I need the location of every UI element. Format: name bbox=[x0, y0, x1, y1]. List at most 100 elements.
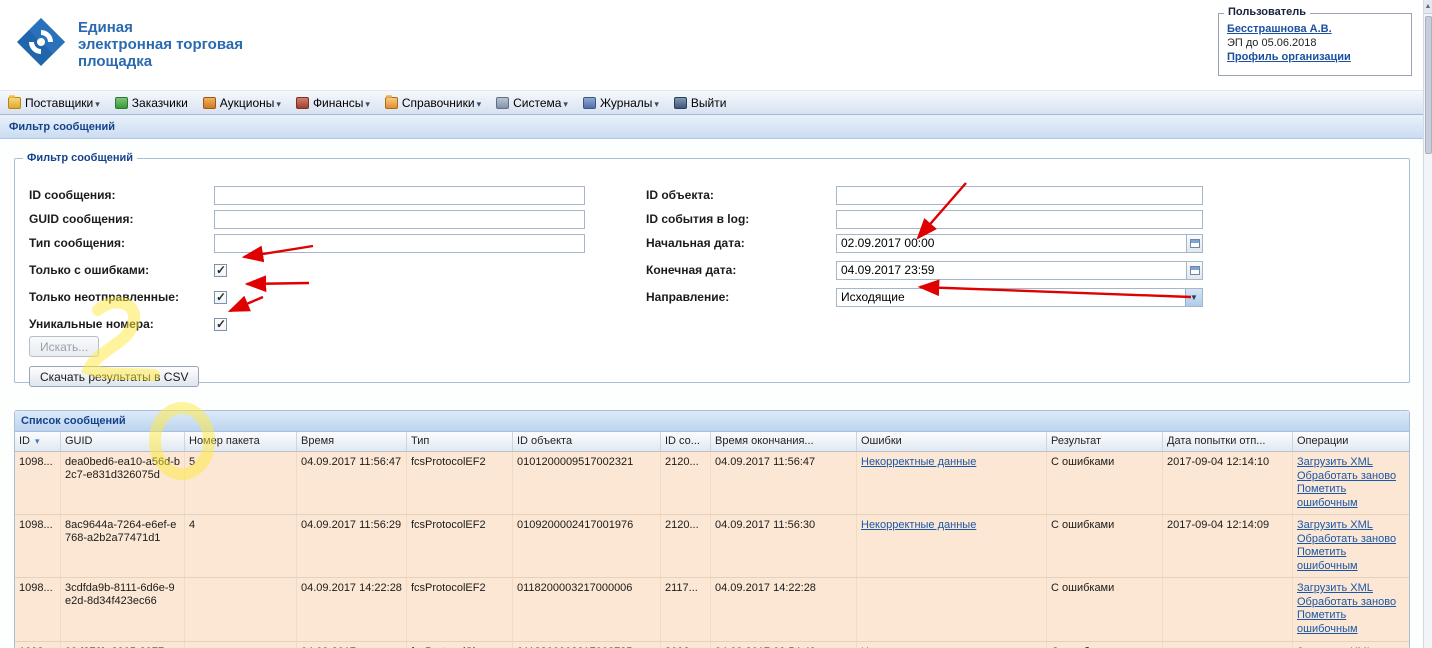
field-message-id: ID сообщения: bbox=[29, 184, 585, 206]
cell-event-id: 2120... bbox=[661, 452, 711, 514]
menu-suppliers[interactable]: Поставщики bbox=[8, 94, 100, 110]
cell-attempt-date: 2017-09-04 12:14:10 bbox=[1163, 452, 1293, 514]
finance-icon bbox=[295, 96, 309, 109]
column-guid[interactable]: GUID bbox=[61, 432, 185, 451]
column-attempt-date[interactable]: Дата попытки отп... bbox=[1163, 432, 1293, 451]
error-details-link[interactable]: Некорректные данные bbox=[861, 456, 976, 468]
message-guid-input[interactable] bbox=[214, 209, 585, 229]
scrollbar-thumb[interactable] bbox=[1425, 16, 1432, 154]
filter-section-title: Фильтр сообщений bbox=[27, 152, 134, 164]
vertical-scrollbar[interactable]: ▲ bbox=[1423, 0, 1432, 648]
user-panel: Пользователь Бесстрашнова А.В. ЭП до 05.… bbox=[1218, 6, 1412, 76]
log-event-id-input[interactable] bbox=[836, 209, 1203, 229]
cell-operations: Загрузить XML Обработать заново Пометить… bbox=[1293, 578, 1409, 641]
table-header-row: ID GUID Номер пакета Время Тип ID объект… bbox=[15, 432, 1409, 452]
cell-attempt-date: 2017-09-04 12:14:09 bbox=[1163, 515, 1293, 577]
message-id-input[interactable] bbox=[214, 185, 585, 205]
menu-auctions[interactable]: Аукционы bbox=[202, 96, 281, 110]
cell-type: fcsProtocolEF2 bbox=[407, 452, 513, 514]
error-details-link[interactable]: Некорректные данные bbox=[861, 519, 976, 531]
org-profile-link[interactable]: Профиль организации bbox=[1227, 51, 1403, 63]
scroll-up-arrow-icon[interactable]: ▲ bbox=[1424, 0, 1432, 14]
exit-icon bbox=[673, 96, 687, 109]
cell-errors: Некорректные данные bbox=[857, 452, 1047, 514]
table-row: 1098... 8ac9644a-7264-e6ef-e768-a2b2a774… bbox=[15, 515, 1409, 578]
cell-operations: Загрузить XML Обработать заново Пометить… bbox=[1293, 515, 1409, 577]
load-xml-link[interactable]: Загрузить XML bbox=[1297, 582, 1405, 596]
field-end-date: Конечная дата: bbox=[646, 259, 1203, 281]
unique-numbers-checkbox[interactable] bbox=[214, 317, 227, 331]
cell-result: С ошибками bbox=[1047, 452, 1163, 514]
suppliers-icon bbox=[8, 94, 21, 109]
user-name-link[interactable]: Бесстрашнова А.В. bbox=[1227, 23, 1403, 35]
page-title: Фильтр сообщений bbox=[0, 115, 1423, 139]
user-panel-label: Пользователь bbox=[1224, 6, 1311, 18]
chevron-down-icon[interactable]: ▼ bbox=[1185, 288, 1202, 306]
end-date-input[interactable] bbox=[836, 260, 1186, 280]
start-date-input[interactable] bbox=[836, 233, 1186, 253]
cell-result: С ошибками bbox=[1047, 515, 1163, 577]
reprocess-link[interactable]: Обработать заново bbox=[1297, 533, 1405, 547]
start-date-calendar-button[interactable] bbox=[1186, 233, 1203, 253]
cell-object-id: 0118200003217000006 bbox=[513, 578, 661, 641]
cell-guid: 09d378b-8905-2977-5... bbox=[61, 642, 185, 648]
journals-icon bbox=[582, 96, 596, 109]
cell-end-time: 04.09.2017 11:56:47 bbox=[711, 452, 857, 514]
column-result[interactable]: Результат bbox=[1047, 432, 1163, 451]
menu-customers[interactable]: Заказчики bbox=[114, 96, 188, 110]
download-csv-button[interactable]: Скачать результаты в CSV bbox=[29, 366, 200, 387]
menu-journals[interactable]: Журналы bbox=[582, 96, 659, 110]
end-date-calendar-button[interactable] bbox=[1186, 260, 1203, 280]
reprocess-link[interactable]: Обработать заново bbox=[1297, 596, 1405, 610]
field-object-id: ID объекта: bbox=[646, 184, 1203, 206]
message-type-input[interactable] bbox=[214, 233, 585, 253]
system-icon bbox=[496, 96, 510, 109]
column-object-id[interactable]: ID объекта bbox=[513, 432, 661, 451]
reprocess-link[interactable]: Обработать заново bbox=[1297, 470, 1405, 484]
menu-exit[interactable]: Выйти bbox=[673, 96, 726, 110]
auctions-icon bbox=[202, 96, 216, 109]
direction-select[interactable]: Исходящие ▼ bbox=[836, 287, 1203, 307]
table-row: 1098... 3cdfda9b-8111-6d6e-9e2d-8d34f423… bbox=[15, 578, 1409, 642]
column-event-id[interactable]: ID со... bbox=[661, 432, 711, 451]
cell-package bbox=[185, 642, 297, 648]
column-type[interactable]: Тип bbox=[407, 432, 513, 451]
cell-package: 5 bbox=[185, 452, 297, 514]
only-unsent-checkbox[interactable] bbox=[214, 290, 227, 304]
object-id-input[interactable] bbox=[836, 185, 1203, 205]
messages-panel: Список сообщений ID GUID Номер пакета Вр… bbox=[14, 410, 1410, 648]
cell-object-id: 0101200009517002321 bbox=[513, 452, 661, 514]
cell-package: 4 bbox=[185, 515, 297, 577]
column-operations[interactable]: Операции bbox=[1293, 432, 1409, 451]
only-errors-checkbox[interactable] bbox=[214, 263, 227, 277]
column-errors[interactable]: Ошибки bbox=[857, 432, 1047, 451]
mark-error-link[interactable]: Пометить ошибочным bbox=[1297, 483, 1405, 510]
menu-finance[interactable]: Финансы bbox=[295, 96, 370, 110]
cell-object-id: 0109200002417001976 bbox=[513, 515, 661, 577]
cell-event-id: 2117... bbox=[661, 578, 711, 641]
main-menu: Поставщики Заказчики Аукционы Финансы Сп… bbox=[0, 90, 1423, 115]
cell-end-time: 04.09.2017 09:54:49 bbox=[711, 642, 857, 648]
field-log-event-id: ID события в log: bbox=[646, 208, 1203, 230]
menu-directories[interactable]: Справочники bbox=[384, 94, 481, 110]
calendar-icon bbox=[1189, 238, 1200, 248]
column-end-time[interactable]: Время окончания... bbox=[711, 432, 857, 451]
menu-system[interactable]: Система bbox=[496, 96, 568, 110]
column-id[interactable]: ID bbox=[15, 432, 61, 451]
cell-id: 1098... bbox=[15, 452, 61, 514]
messages-section-title: Список сообщений bbox=[15, 411, 1409, 432]
search-button[interactable]: Искать... bbox=[29, 336, 100, 357]
mark-error-link[interactable]: Пометить ошибочным bbox=[1297, 609, 1405, 636]
app-window: Единая электронная торговая площадка Пол… bbox=[0, 0, 1432, 648]
cell-guid: 3cdfda9b-8111-6d6e-9e2d-8d34f423ec66 bbox=[61, 578, 185, 641]
cell-attempt-date bbox=[1163, 642, 1293, 648]
column-time[interactable]: Время bbox=[297, 432, 407, 451]
cell-object-id: 0112200008217002725 bbox=[513, 642, 661, 648]
cell-id: 1098... bbox=[15, 642, 61, 648]
load-xml-link[interactable]: Загрузить XML bbox=[1297, 519, 1405, 533]
load-xml-link[interactable]: Загрузить XML bbox=[1297, 456, 1405, 470]
mark-error-link[interactable]: Пометить ошибочным bbox=[1297, 546, 1405, 573]
cell-time: 04.09.2017 11:56:47 bbox=[297, 452, 407, 514]
cell-result: С ошибками bbox=[1047, 642, 1163, 648]
column-package[interactable]: Номер пакета bbox=[185, 432, 297, 451]
